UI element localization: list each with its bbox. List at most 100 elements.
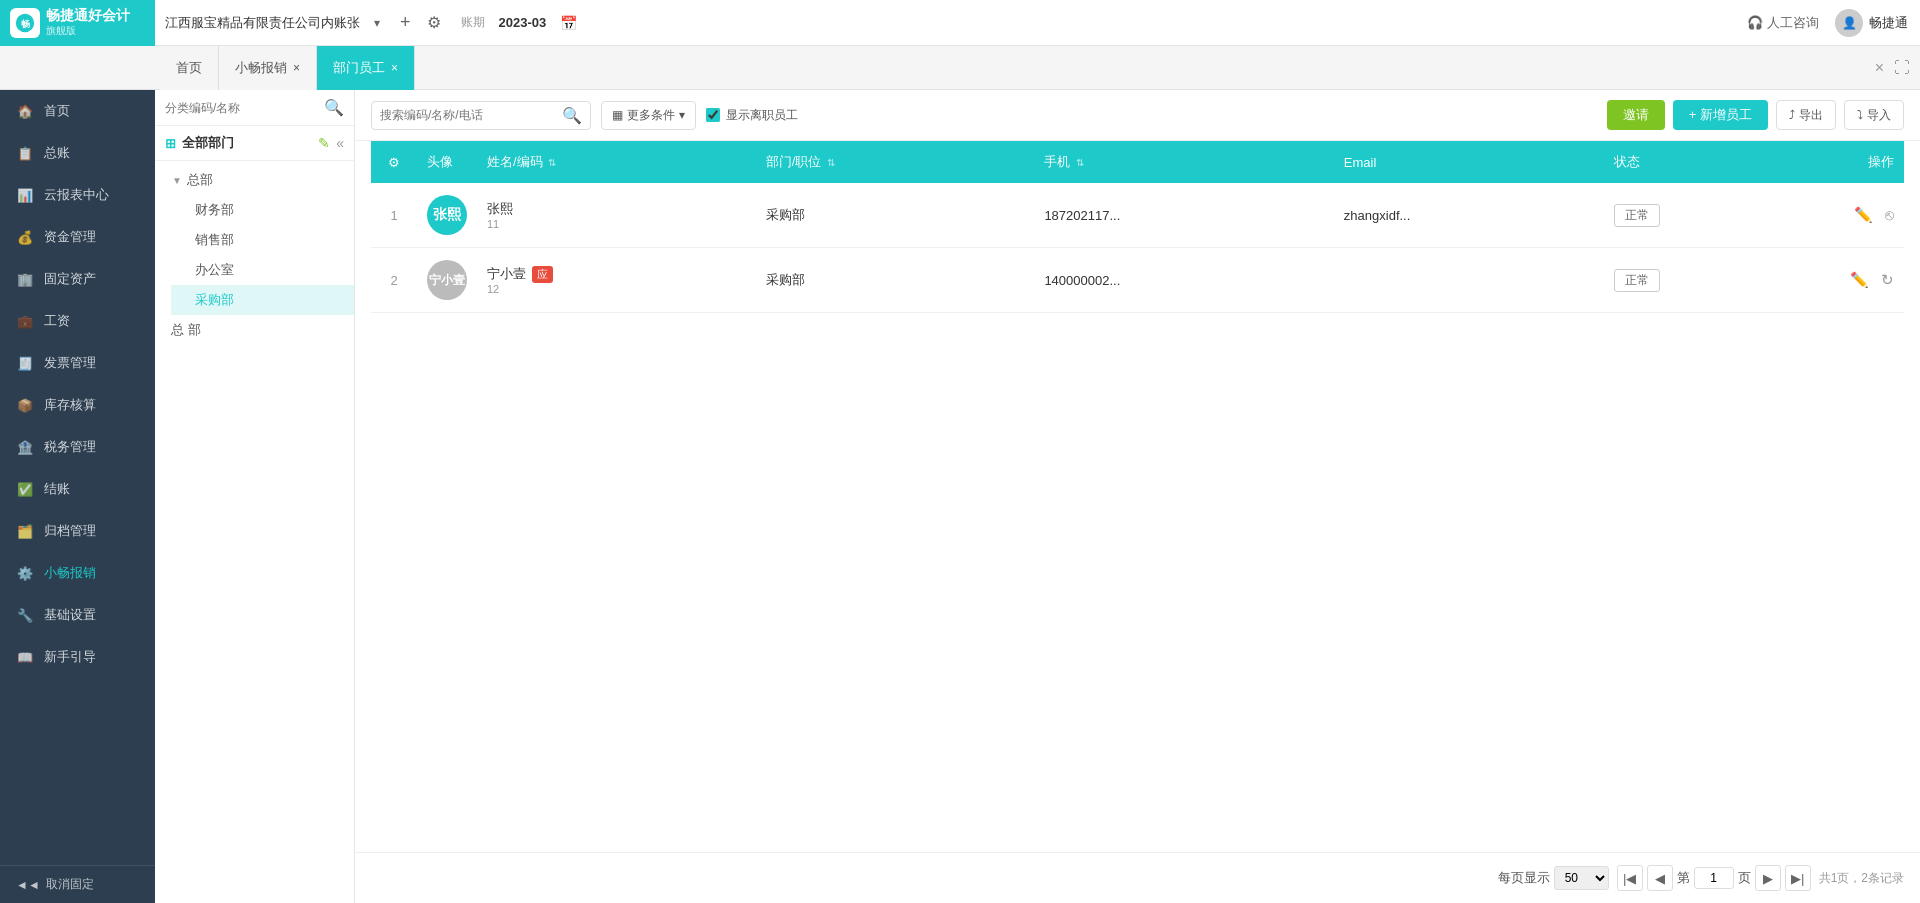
logout-icon-1[interactable]: ⎋ (1885, 206, 1894, 224)
sidebar-label-expense: 小畅报销 (44, 564, 96, 582)
email-cell-1: zhangxidf... (1334, 183, 1604, 248)
prev-page-button[interactable]: ◀ (1647, 865, 1673, 891)
sidebar-item-guide[interactable]: 📖 新手引导 (0, 636, 155, 678)
last-page-button[interactable]: ▶| (1785, 865, 1811, 891)
sidebar-item-ledger[interactable]: 📋 总账 (0, 132, 155, 174)
sidebar-label-salary: 工资 (44, 312, 70, 330)
export-icon: ⤴ (1789, 108, 1795, 122)
period-label: 账期 (461, 14, 485, 31)
cancel-pin-button[interactable]: ◄◄ 取消固定 (0, 865, 155, 903)
name-sort-icon: ⇅ (548, 157, 556, 168)
user-area[interactable]: 👤 畅捷通 (1835, 9, 1908, 37)
dept-node-sales[interactable]: 销售部 (171, 225, 354, 255)
sidebar-item-salary[interactable]: 💼 工资 (0, 300, 155, 342)
invoice-icon: 🧾 (16, 354, 34, 372)
dept-search-area: 🔍 (155, 90, 354, 126)
dept-node-office[interactable]: 办公室 (171, 255, 354, 285)
status-badge-2: 正常 (1614, 269, 1660, 292)
page-size-select[interactable]: 50 10 20 100 (1554, 866, 1609, 890)
dept-search-icon[interactable]: 🔍 (324, 98, 344, 117)
sidebar-label-reports: 云报表中心 (44, 186, 109, 204)
expense-icon: ⚙️ (16, 564, 34, 582)
dept-node-purchase[interactable]: 采购部 (171, 285, 354, 315)
archive-icon: 🗂️ (16, 522, 34, 540)
dept-search-input[interactable] (165, 101, 318, 115)
employees-table: ⚙ 头像 姓名/编码 ⇅ 部门/职位 ⇅ (371, 141, 1904, 313)
search-input[interactable] (380, 108, 556, 122)
sidebar-item-funds[interactable]: 💰 资金管理 (0, 216, 155, 258)
tab-home[interactable]: 首页 (160, 46, 219, 90)
col-name[interactable]: 姓名/编码 ⇅ (477, 141, 756, 183)
edit-icon-1[interactable]: ✏️ (1854, 206, 1873, 224)
edit-icon-2[interactable]: ✏️ (1850, 271, 1869, 289)
sidebar-label-guide: 新手引导 (44, 648, 96, 666)
dept-header-icons: ✎ « (318, 135, 344, 151)
calendar-icon[interactable]: 📅 (560, 15, 577, 31)
first-page-button[interactable]: |◀ (1617, 865, 1643, 891)
right-panel: 🔍 ▦ 更多条件 ▾ 显示离职员工 邀请 + 新增员工 (355, 90, 1920, 903)
dept-panel: 🔍 ⊞ 全部部门 ✎ « ▼ 总部 (155, 90, 355, 903)
support-button[interactable]: 🎧 人工咨询 (1747, 14, 1819, 32)
col-phone[interactable]: 手机 ⇅ (1034, 141, 1333, 183)
col-email: Email (1334, 141, 1604, 183)
search-icon[interactable]: 🔍 (562, 106, 582, 125)
sidebar-item-tax[interactable]: 🏦 税务管理 (0, 426, 155, 468)
sidebar-item-invoice[interactable]: 🧾 发票管理 (0, 342, 155, 384)
filter-button[interactable]: ▦ 更多条件 ▾ (601, 101, 696, 130)
sidebar-item-expense[interactable]: ⚙️ 小畅报销 (0, 552, 155, 594)
tab-home-label: 首页 (176, 59, 202, 77)
sidebar-item-inventory[interactable]: 📦 库存核算 (0, 384, 155, 426)
phone-cell-2: 140000002... (1034, 248, 1333, 313)
settings-button[interactable]: ⚙ (427, 13, 441, 32)
edit-dept-button[interactable]: ✎ (318, 135, 330, 151)
sidebar-item-baseset[interactable]: 🔧 基础设置 (0, 594, 155, 636)
phone-cell-1: 187202117... (1034, 183, 1333, 248)
dept-cell-2: 采购部 (756, 248, 1035, 313)
show-resigned-label: 显示离职员工 (726, 107, 798, 124)
tab-dept-emp-close[interactable]: × (391, 61, 398, 75)
invite-button[interactable]: 邀请 (1607, 100, 1665, 130)
table-container: ⚙ 头像 姓名/编码 ⇅ 部门/职位 ⇅ (355, 141, 1920, 852)
sidebar-item-checkout[interactable]: ✅ 结账 (0, 468, 155, 510)
page-label: 第 (1677, 869, 1690, 887)
col-avatar: 头像 (417, 141, 477, 183)
add-employee-button[interactable]: + 新增员工 (1673, 100, 1768, 130)
tab-xiaochang-close[interactable]: × (293, 61, 300, 75)
row-num-1: 1 (371, 183, 417, 248)
sidebar-item-reports[interactable]: 📊 云报表中心 (0, 174, 155, 216)
sidebar-item-archive[interactable]: 🗂️ 归档管理 (0, 510, 155, 552)
table-row: 2 宁小壹 宁小壹 应 (371, 248, 1904, 313)
all-dept-label: 全部部门 (182, 134, 234, 152)
logo-text: 畅捷通好会计 (46, 7, 130, 24)
company-dropdown-button[interactable]: ▾ (370, 14, 384, 32)
col-settings-icon: ⚙ (388, 155, 400, 170)
sidebar: 🏠 首页 📋 总账 📊 云报表中心 💰 资金管理 🏢 固定资产 💼 工资 🧾 发… (0, 90, 155, 903)
tab-close-button[interactable]: × (1875, 59, 1884, 77)
sidebar-item-home[interactable]: 🏠 首页 (0, 90, 155, 132)
refresh-icon-2[interactable]: ↻ (1881, 271, 1894, 289)
sidebar-item-assets[interactable]: 🏢 固定资产 (0, 258, 155, 300)
show-resigned-checkbox[interactable] (706, 108, 720, 122)
all-dept-button[interactable]: ⊞ 全部部门 (165, 134, 234, 152)
ledger-icon: 📋 (16, 144, 34, 162)
collapse-all-button[interactable]: « (336, 135, 344, 151)
export-button[interactable]: ⤴ 导出 (1776, 100, 1836, 130)
tab-dept-emp[interactable]: 部门员工 × (317, 46, 415, 90)
emp-code-1: 11 (487, 218, 746, 230)
toolbar: 🔍 ▦ 更多条件 ▾ 显示离职员工 邀请 + 新增员工 (355, 90, 1920, 141)
dept-node-hq[interactable]: ▼ 总部 (155, 165, 354, 195)
page-input[interactable] (1694, 867, 1734, 889)
next-page-button[interactable]: ▶ (1755, 865, 1781, 891)
dept-node-finance[interactable]: 财务部 (171, 195, 354, 225)
dept-node-hq2[interactable]: 总 部 (155, 315, 354, 345)
add-company-button[interactable]: + (394, 10, 417, 35)
col-settings[interactable]: ⚙ (371, 141, 417, 183)
tab-maximize-button[interactable]: ⛶ (1894, 59, 1910, 77)
emp-name-2: 宁小壹 (487, 265, 526, 283)
tab-xiaochang[interactable]: 小畅报销 × (219, 46, 317, 90)
dept-cell-1: 采购部 (756, 183, 1035, 248)
col-dept[interactable]: 部门/职位 ⇅ (756, 141, 1035, 183)
tab-bar: 首页 小畅报销 × 部门员工 × × ⛶ (0, 46, 1920, 90)
toolbar-right: 邀请 + 新增员工 ⤴ 导出 ⤵ 导入 (1607, 100, 1904, 130)
import-button[interactable]: ⤵ 导入 (1844, 100, 1904, 130)
